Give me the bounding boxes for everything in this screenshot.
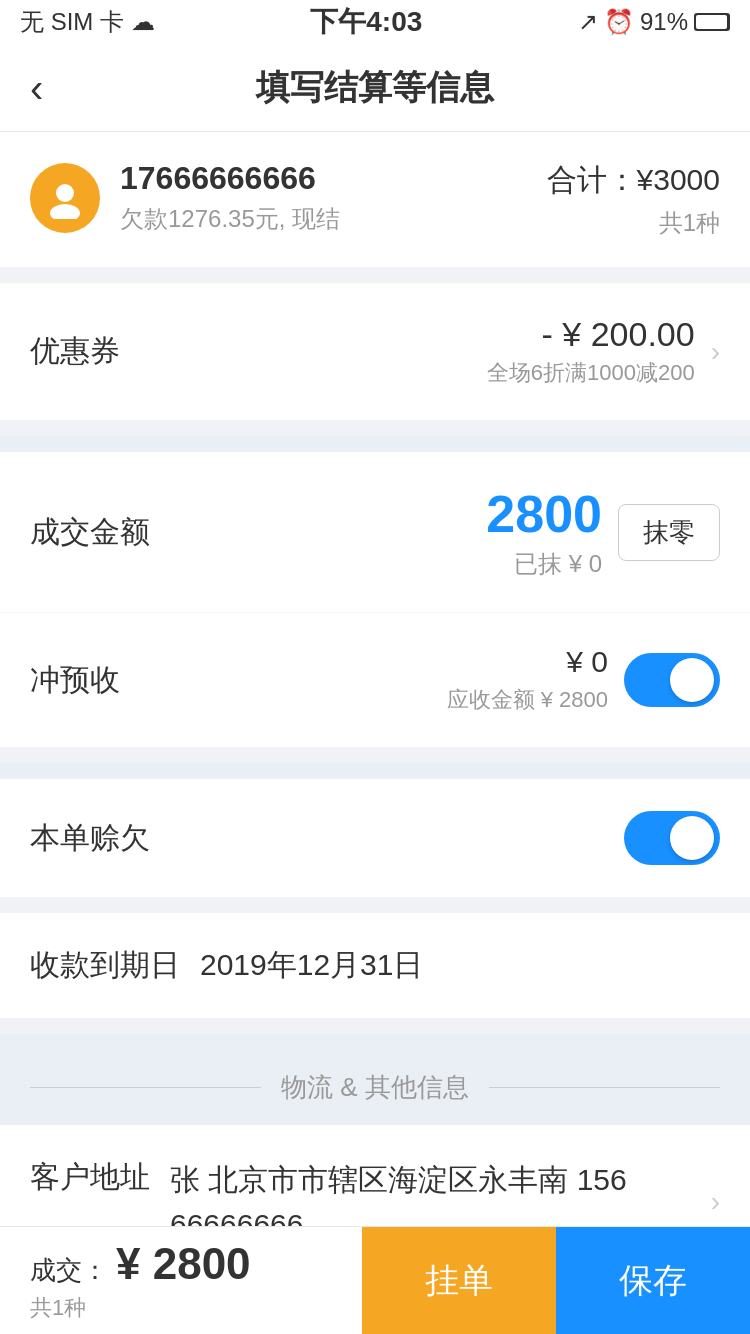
chevron-right-icon: › <box>711 336 720 368</box>
deal-amount-right: 2800 已抹 ¥ 0 抹零 <box>150 484 720 580</box>
divider-3 <box>0 1034 750 1050</box>
status-right: ↗ ⏰ 91% <box>578 8 730 36</box>
debt-toggle[interactable] <box>624 811 720 865</box>
hang-button[interactable]: 挂单 <box>362 1227 556 1335</box>
toggle-knob <box>670 658 714 702</box>
due-date-label: 收款到期日 <box>30 945 180 986</box>
coupon-label: 优惠券 <box>30 331 120 372</box>
content-area: 17666666666 欠款1276.35元, 现结 合计：¥3000 共1种 … <box>0 132 750 1334</box>
prepayment-right: ¥ 0 应收金额 ¥ 2800 <box>120 645 720 715</box>
debt-label: 本单赊欠 <box>30 818 150 859</box>
status-time: 下午4:03 <box>310 3 422 41</box>
prepayment-toggle[interactable] <box>624 653 720 707</box>
coupon-row[interactable]: 优惠券 - ¥ 200.00 全场6折满1000减200 › <box>0 283 750 420</box>
deal-amount-value-wrap: 2800 已抹 ¥ 0 <box>486 484 602 580</box>
coupon-value-wrap: - ¥ 200.00 全场6折满1000减200 <box>487 315 695 388</box>
sep-line-right <box>489 1087 720 1088</box>
deal-amount-value: 2800 <box>486 484 602 544</box>
address-label: 客户地址 <box>30 1157 150 1198</box>
logistics-separator: 物流 & 其他信息 <box>0 1050 750 1125</box>
prepayment-label: 冲预收 <box>30 660 120 701</box>
divider-1 <box>0 436 750 452</box>
due-date-value: 2019年12月31日 <box>200 945 423 986</box>
bottom-deal-amount: ¥ 2800 <box>116 1239 251 1289</box>
logistics-sep-text: 物流 & 其他信息 <box>281 1070 469 1105</box>
bottom-deal: 成交： ¥ 2800 <box>30 1239 332 1289</box>
status-left: 无 SIM 卡 ☁ <box>20 6 155 38</box>
bottom-count: 共1种 <box>30 1293 332 1323</box>
due-date-row: 收款到期日 2019年12月31日 <box>0 913 750 1018</box>
coupon-desc: 全场6折满1000减200 <box>487 358 695 388</box>
customer-phone: 17666666666 <box>120 160 340 197</box>
address-chevron-icon: › <box>711 1186 720 1218</box>
coupon-right: - ¥ 200.00 全场6折满1000减200 › <box>120 315 720 388</box>
back-button[interactable]: ‹ <box>30 68 43 108</box>
customer-debt: 欠款1276.35元, 现结 <box>120 203 340 235</box>
save-button[interactable]: 保存 <box>556 1227 750 1335</box>
prepayment-row: 冲预收 ¥ 0 应收金额 ¥ 2800 <box>0 613 750 747</box>
debt-row: 本单赊欠 <box>0 779 750 897</box>
debt-right <box>150 811 720 865</box>
bottom-bar: 成交： ¥ 2800 共1种 挂单 保存 <box>0 1226 750 1334</box>
customer-total: 合计：¥3000 共1种 <box>547 160 720 239</box>
erased-amount: 已抹 ¥ 0 <box>486 548 602 580</box>
prepayment-value-wrap: ¥ 0 应收金额 ¥ 2800 <box>447 645 608 715</box>
svg-point-1 <box>50 204 80 219</box>
coupon-amount: - ¥ 200.00 <box>487 315 695 354</box>
deal-amount-section: 成交金额 2800 已抹 ¥ 0 抹零 冲预收 ¥ 0 应收金额 ¥ 2800 <box>0 452 750 747</box>
round-zero-button[interactable]: 抹零 <box>618 504 720 561</box>
total-amount: 合计：¥3000 <box>547 160 720 201</box>
customer-card: 17666666666 欠款1276.35元, 现结 合计：¥3000 共1种 <box>0 132 750 267</box>
page-title: 填写结算等信息 <box>256 65 494 111</box>
coupon-section: 优惠券 - ¥ 200.00 全场6折满1000减200 › <box>0 283 750 420</box>
nav-bar: ‹ 填写结算等信息 <box>0 44 750 132</box>
bottom-summary: 成交： ¥ 2800 共1种 <box>0 1239 362 1323</box>
location-icon: ↗ <box>578 8 598 36</box>
bottom-deal-label: 成交： <box>30 1253 108 1288</box>
status-bar: 无 SIM 卡 ☁ 下午4:03 ↗ ⏰ 91% <box>0 0 750 44</box>
customer-info: 17666666666 欠款1276.35元, 现结 <box>120 160 340 235</box>
sim-status: 无 SIM 卡 ☁ <box>20 6 155 38</box>
customer-left: 17666666666 欠款1276.35元, 现结 <box>30 160 340 235</box>
battery-status: 91% <box>640 8 688 36</box>
avatar <box>30 163 100 233</box>
prepayment-amount: ¥ 0 <box>566 645 608 679</box>
total-count: 共1种 <box>547 207 720 239</box>
deal-amount-label: 成交金额 <box>30 512 150 553</box>
prepayment-sub: 应收金额 ¥ 2800 <box>447 685 608 715</box>
svg-point-0 <box>56 184 74 202</box>
sep-line-left <box>30 1087 261 1088</box>
debt-section: 本单赊欠 <box>0 779 750 897</box>
debt-toggle-knob <box>670 816 714 860</box>
deal-amount-row: 成交金额 2800 已抹 ¥ 0 抹零 <box>0 452 750 613</box>
divider-2 <box>0 763 750 779</box>
alarm-icon: ⏰ <box>604 8 634 36</box>
battery-icon <box>694 13 730 31</box>
